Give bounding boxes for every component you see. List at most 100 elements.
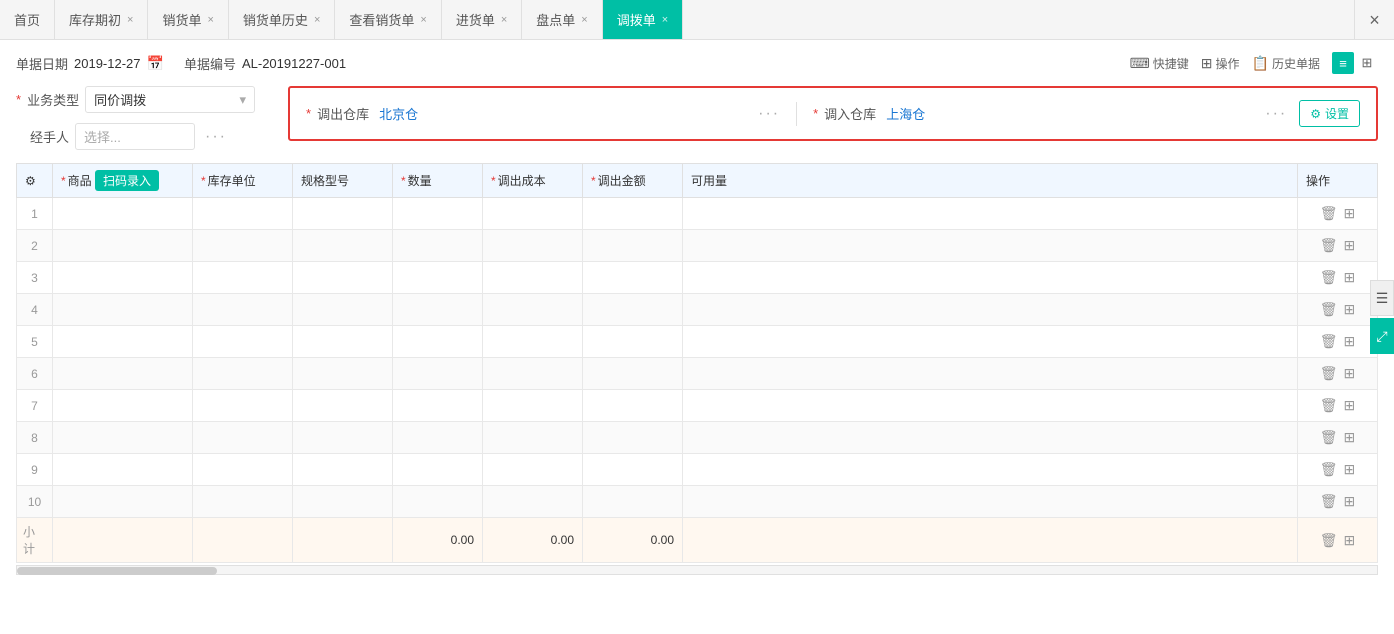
cell-cost[interactable] <box>483 230 583 262</box>
copy-icon[interactable]: ⊞ <box>1344 397 1356 414</box>
copy-icon[interactable]: ⊞ <box>1344 365 1356 382</box>
delete-icon[interactable]: 🗑 <box>1320 532 1338 549</box>
tab-inventory-check[interactable]: 盘点单 × <box>522 0 602 39</box>
layout-list-button[interactable]: ≡ <box>1332 52 1354 74</box>
cell-cost[interactable] <box>483 262 583 294</box>
cell-available[interactable] <box>683 486 1298 518</box>
tab-close-inventory-check[interactable]: × <box>581 14 587 26</box>
delete-icon[interactable]: 🗑 <box>1320 397 1338 414</box>
cell-amount[interactable] <box>583 262 683 294</box>
copy-icon[interactable]: ⊞ <box>1344 237 1356 254</box>
calendar-icon[interactable]: 📅 <box>147 55 164 72</box>
delete-icon[interactable]: 🗑 <box>1320 429 1338 446</box>
cell-product[interactable] <box>53 294 193 326</box>
cell-product[interactable] <box>53 262 193 294</box>
cell-spec[interactable] <box>293 198 393 230</box>
cell-amount[interactable] <box>583 198 683 230</box>
agent-more-button[interactable]: ··· <box>205 128 227 146</box>
history-button[interactable]: 📋 历史单据 <box>1252 55 1320 72</box>
cell-cost[interactable] <box>483 422 583 454</box>
tab-view-sales[interactable]: 查看销货单 × <box>335 0 441 39</box>
cell-spec[interactable] <box>293 358 393 390</box>
cell-spec[interactable] <box>293 390 393 422</box>
cell-unit[interactable] <box>193 358 293 390</box>
business-type-dropdown[interactable]: 同价调拨 ▾ <box>85 86 255 113</box>
cell-amount[interactable] <box>583 294 683 326</box>
tab-close-purchase[interactable]: × <box>501 14 507 26</box>
delete-icon[interactable]: 🗑 <box>1320 237 1338 254</box>
cell-qty[interactable] <box>393 262 483 294</box>
layout-grid-button[interactable]: ⊞ <box>1356 52 1378 74</box>
cell-qty[interactable] <box>393 486 483 518</box>
scan-button[interactable]: 扫码录入 <box>95 170 159 191</box>
cell-spec[interactable] <box>293 486 393 518</box>
cell-amount[interactable] <box>583 454 683 486</box>
cell-cost[interactable] <box>483 326 583 358</box>
cell-product[interactable] <box>53 422 193 454</box>
copy-icon[interactable]: ⊞ <box>1344 493 1356 510</box>
cell-amount[interactable] <box>583 486 683 518</box>
cell-cost[interactable] <box>483 198 583 230</box>
cell-qty[interactable] <box>393 294 483 326</box>
copy-icon[interactable]: ⊞ <box>1344 461 1356 478</box>
tab-purchase[interactable]: 进货单 × <box>442 0 522 39</box>
window-close-button[interactable]: × <box>1354 0 1394 40</box>
cell-qty[interactable] <box>393 198 483 230</box>
cell-amount[interactable] <box>583 390 683 422</box>
cell-product[interactable] <box>53 486 193 518</box>
cell-available[interactable] <box>683 294 1298 326</box>
delete-icon[interactable]: 🗑 <box>1320 461 1338 478</box>
cell-spec[interactable] <box>293 454 393 486</box>
col-settings[interactable]: ⚙ <box>17 164 53 198</box>
shortcut-button[interactable]: ⌨ 快捷键 <box>1130 55 1189 72</box>
cell-qty[interactable] <box>393 358 483 390</box>
cell-available[interactable] <box>683 326 1298 358</box>
copy-icon[interactable]: ⊞ <box>1344 301 1356 318</box>
cell-spec[interactable] <box>293 294 393 326</box>
cell-unit[interactable] <box>193 454 293 486</box>
cell-product[interactable] <box>53 198 193 230</box>
tab-close-sales-order[interactable]: × <box>207 14 213 26</box>
cell-amount[interactable] <box>583 422 683 454</box>
copy-icon[interactable]: ⊞ <box>1344 532 1356 549</box>
settings-button[interactable]: ⚙ 设置 <box>1299 100 1360 127</box>
scrollbar-thumb[interactable] <box>17 567 217 575</box>
cell-spec[interactable] <box>293 230 393 262</box>
cell-product[interactable] <box>53 454 193 486</box>
cell-amount[interactable] <box>583 230 683 262</box>
cell-unit[interactable] <box>193 390 293 422</box>
cell-spec[interactable] <box>293 326 393 358</box>
cell-qty[interactable] <box>393 422 483 454</box>
cell-unit[interactable] <box>193 230 293 262</box>
copy-icon[interactable]: ⊞ <box>1344 429 1356 446</box>
cell-unit[interactable] <box>193 294 293 326</box>
cell-product[interactable] <box>53 390 193 422</box>
cell-spec[interactable] <box>293 262 393 294</box>
horizontal-scrollbar[interactable] <box>16 565 1378 575</box>
cell-spec[interactable] <box>293 422 393 454</box>
delete-icon[interactable]: 🗑 <box>1320 493 1338 510</box>
tab-sales-history[interactable]: 销货单历史 × <box>229 0 335 39</box>
delete-icon[interactable]: 🗑 <box>1320 269 1338 286</box>
cell-available[interactable] <box>683 262 1298 294</box>
delete-icon[interactable]: 🗑 <box>1320 333 1338 350</box>
delete-icon[interactable]: 🗑 <box>1320 301 1338 318</box>
out-warehouse-more[interactable]: ··· <box>758 105 780 123</box>
cell-qty[interactable] <box>393 326 483 358</box>
cell-cost[interactable] <box>483 454 583 486</box>
operation-button[interactable]: ⊞ 操作 <box>1201 55 1240 72</box>
cell-qty[interactable] <box>393 454 483 486</box>
tab-close-view-sales[interactable]: × <box>420 14 426 26</box>
cell-unit[interactable] <box>193 486 293 518</box>
cell-available[interactable] <box>683 454 1298 486</box>
cell-qty[interactable] <box>393 390 483 422</box>
tab-home[interactable]: 首页 <box>0 0 55 39</box>
cell-available[interactable] <box>683 390 1298 422</box>
cell-amount[interactable] <box>583 358 683 390</box>
sidebar-list-icon[interactable]: ☰ <box>1370 280 1394 316</box>
cell-available[interactable] <box>683 358 1298 390</box>
in-warehouse-more[interactable]: ··· <box>1265 105 1287 123</box>
tab-inventory-init[interactable]: 库存期初 × <box>55 0 148 39</box>
cell-qty[interactable] <box>393 230 483 262</box>
copy-icon[interactable]: ⊞ <box>1344 205 1356 222</box>
